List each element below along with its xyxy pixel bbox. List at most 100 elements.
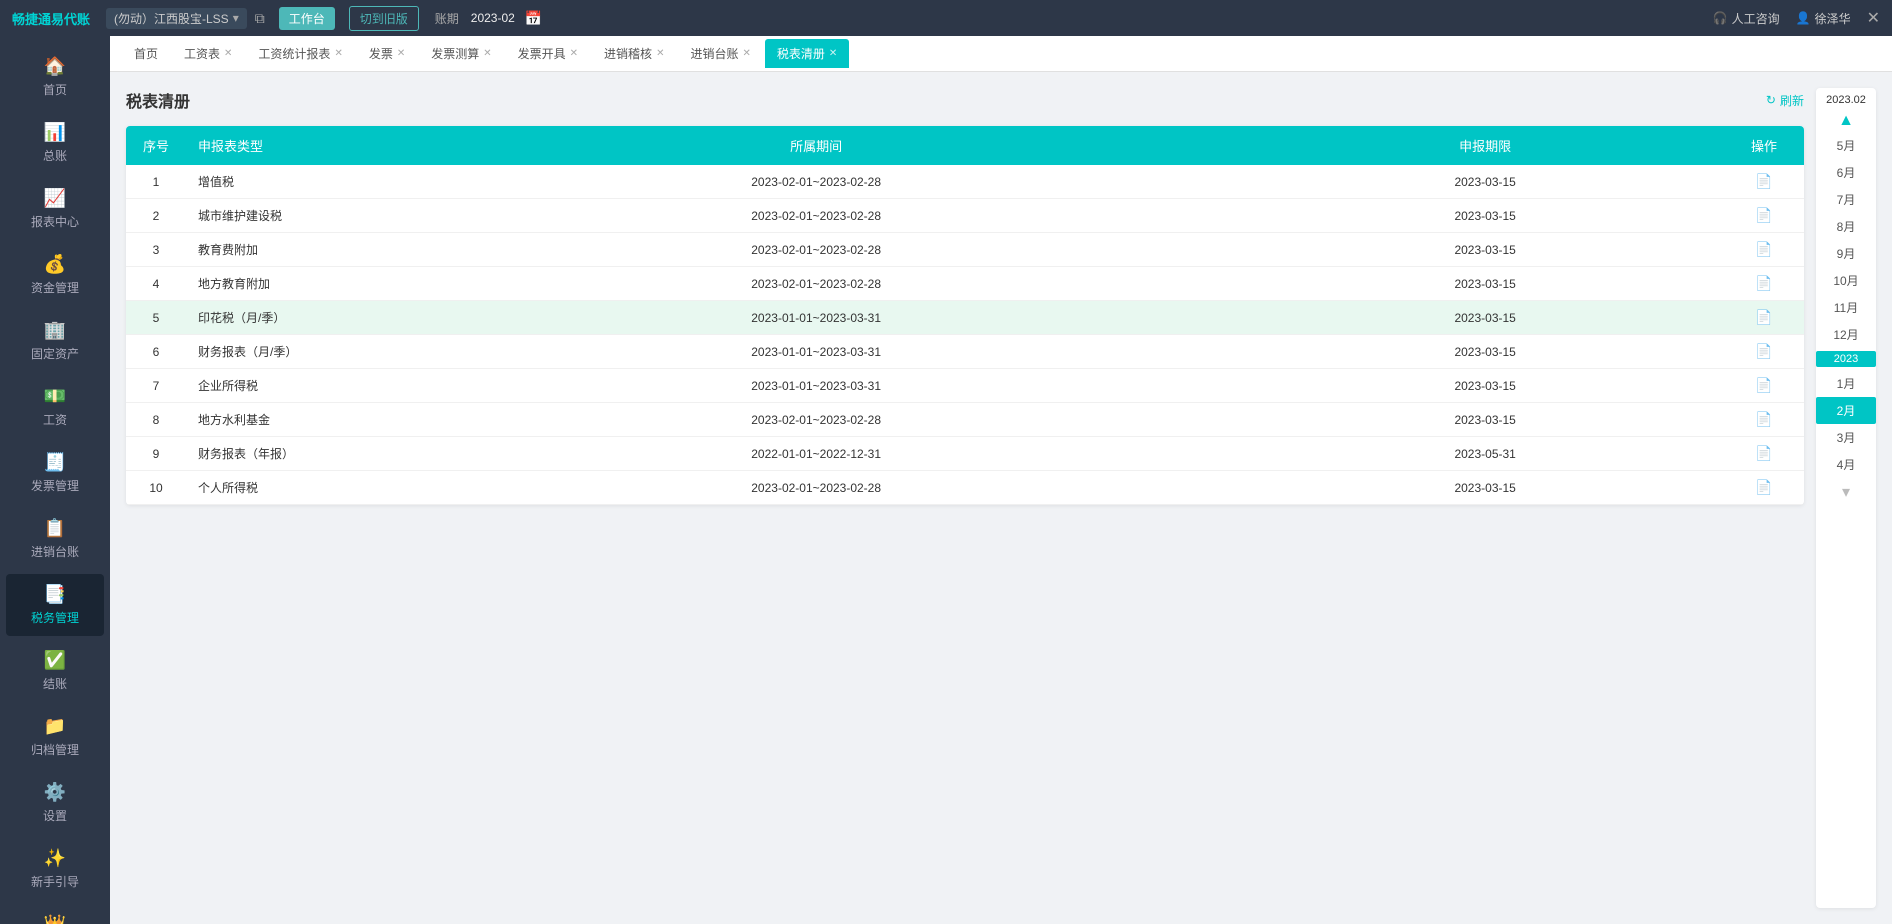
action-doc-icon[interactable]: 📄 [1755,207,1772,223]
sidebar-item-reports[interactable]: 📈 报表中心 [6,178,104,240]
month-11-2022[interactable]: 11月 [1816,294,1876,321]
sidebar-label-home: 首页 [43,81,67,98]
cell-type: 企业所得税 [186,369,386,403]
calendar-icon[interactable]: 📅 [525,10,542,27]
table-row: 10 个人所得税 2023-02-01~2023-02-28 2023-03-1… [126,471,1804,505]
funds-icon: 💰 [44,254,66,275]
sidebar-label-settings: 设置 [43,807,67,824]
sidebar-label-close-accounts: 结账 [43,675,67,692]
month-3-2023[interactable]: 3月 [1816,424,1876,451]
workbench-button[interactable]: 工作台 [279,7,335,30]
tab-invoice-issue[interactable]: 发票开具 ✕ [506,39,590,68]
tab-salary-stats[interactable]: 工资统计报表 ✕ [246,39,354,68]
cell-period: 2023-01-01~2023-03-31 [386,369,1246,403]
cell-deadline: 2023-03-15 [1246,471,1724,505]
cell-period: 2023-02-01~2023-02-28 [386,471,1246,505]
cell-period: 2023-02-01~2023-02-28 [386,267,1246,301]
calendar-down-nav[interactable]: ▾ [1842,482,1850,502]
sidebar-item-ledger[interactable]: 📊 总账 [6,112,104,174]
sidebar-item-assets[interactable]: 🏢 固定资产 [6,310,104,372]
action-doc-icon[interactable]: 📄 [1755,275,1772,291]
refresh-button[interactable]: ↻ 刷新 [1766,92,1804,109]
tab-sales-ledger[interactable]: 进销台账 ✕ [678,39,762,68]
sidebar-item-sales-ledger[interactable]: 📋 进销台账 [6,508,104,570]
month-8-2022[interactable]: 8月 [1816,213,1876,240]
cell-deadline: 2023-03-15 [1246,369,1724,403]
cell-period: 2023-02-01~2023-02-28 [386,165,1246,199]
sidebar-item-tax[interactable]: 📑 税务管理 [6,574,104,636]
invoice-icon: 🧾 [44,452,66,473]
sidebar-item-salary[interactable]: 💵 工资 [6,376,104,438]
cell-action: 📄 [1724,165,1804,199]
tab-close-salary[interactable]: ✕ [224,48,232,59]
month-12-2022[interactable]: 12月 [1816,321,1876,348]
action-doc-icon[interactable]: 📄 [1755,309,1772,325]
action-doc-icon[interactable]: 📄 [1755,241,1772,257]
action-doc-icon[interactable]: 📄 [1755,411,1772,427]
switch-old-button[interactable]: 切到旧版 [349,6,419,31]
ai-consult-button[interactable]: 🎧 人工咨询 [1713,10,1780,27]
sidebar-label-salary: 工资 [43,411,67,428]
sidebar-item-funds[interactable]: 💰 资金管理 [6,244,104,306]
month-2-2023[interactable]: 2月 [1816,397,1876,424]
col-header-period: 所属期间 [386,126,1246,165]
tab-invoice-calc[interactable]: 发票测算 ✕ [419,39,503,68]
user-info[interactable]: 👤 徐泽华 [1796,10,1851,27]
sidebar-item-invoice[interactable]: 🧾 发票管理 [6,442,104,504]
action-doc-icon[interactable]: 📄 [1755,343,1772,359]
cell-action: 📄 [1724,437,1804,471]
tab-sales-audit[interactable]: 进销稽核 ✕ [592,39,676,68]
tab-tax-register[interactable]: 税表清册 ✕ [765,39,849,68]
cell-action: 📄 [1724,403,1804,437]
sidebar-label-funds: 资金管理 [31,279,79,296]
month-10-2022[interactable]: 10月 [1816,267,1876,294]
cell-id: 1 [126,165,186,199]
month-1-2023[interactable]: 1月 [1816,370,1876,397]
tab-close-invoice[interactable]: ✕ [397,48,405,59]
month-5-2022[interactable]: 5月 [1816,132,1876,159]
reports-icon: 📈 [44,188,66,209]
close-button[interactable]: ✕ [1867,8,1880,28]
tab-close-invoice-calc[interactable]: ✕ [483,48,491,59]
action-doc-icon[interactable]: 📄 [1755,479,1772,495]
cell-type: 印花税（月/季） [186,301,386,335]
tab-close-tax-register[interactable]: ✕ [829,48,837,59]
sidebar-item-home[interactable]: 🏠 首页 [6,46,104,108]
company-name[interactable]: (勿动）江西股宝-LSS ▾ [106,8,247,29]
month-4-2023[interactable]: 4月 [1816,451,1876,478]
tab-close-salary-stats[interactable]: ✕ [334,48,342,59]
table-row: 6 财务报表（月/季） 2023-01-01~2023-03-31 2023-0… [126,335,1804,369]
calendar-up-nav[interactable]: ▲ [1838,112,1854,130]
table-row: 8 地方水利基金 2023-02-01~2023-02-28 2023-03-1… [126,403,1804,437]
col-header-action: 操作 [1724,126,1804,165]
action-doc-icon[interactable]: 📄 [1755,445,1772,461]
month-7-2022[interactable]: 7月 [1816,186,1876,213]
tab-home[interactable]: 首页 [122,39,170,68]
calendar-header: 2023.02 [1826,94,1866,106]
month-9-2022[interactable]: 9月 [1816,240,1876,267]
tab-close-sales-ledger[interactable]: ✕ [742,48,750,59]
sidebar-label-invoice: 发票管理 [31,477,79,494]
table-row: 1 增值税 2023-02-01~2023-02-28 2023-03-15 📄 [126,165,1804,199]
tab-salary-table[interactable]: 工资表 ✕ [172,39,244,68]
tab-close-invoice-issue[interactable]: ✕ [570,48,578,59]
sidebar-item-member[interactable]: 👑 畅会员 [6,904,104,924]
cell-deadline: 2023-03-15 [1246,403,1724,437]
archive-icon: 📁 [44,716,66,737]
sidebar-label-ledger: 总账 [43,147,67,164]
member-icon: 👑 [44,914,66,924]
sidebar-item-guide[interactable]: ✨ 新手引导 [6,838,104,900]
close-accounts-icon: ✅ [44,650,66,671]
company-dropdown-icon[interactable]: ▾ [233,11,239,25]
cell-type: 教育费附加 [186,233,386,267]
sidebar-item-archive[interactable]: 📁 归档管理 [6,706,104,768]
sidebar-item-settings[interactable]: ⚙️ 设置 [6,772,104,834]
month-6-2022[interactable]: 6月 [1816,159,1876,186]
cell-action: 📄 [1724,301,1804,335]
action-doc-icon[interactable]: 📄 [1755,173,1772,189]
sidebar-item-close-accounts[interactable]: ✅ 结账 [6,640,104,702]
tab-invoice[interactable]: 发票 ✕ [357,39,417,68]
action-doc-icon[interactable]: 📄 [1755,377,1772,393]
cell-period: 2023-01-01~2023-03-31 [386,335,1246,369]
tab-close-sales-audit[interactable]: ✕ [656,48,664,59]
